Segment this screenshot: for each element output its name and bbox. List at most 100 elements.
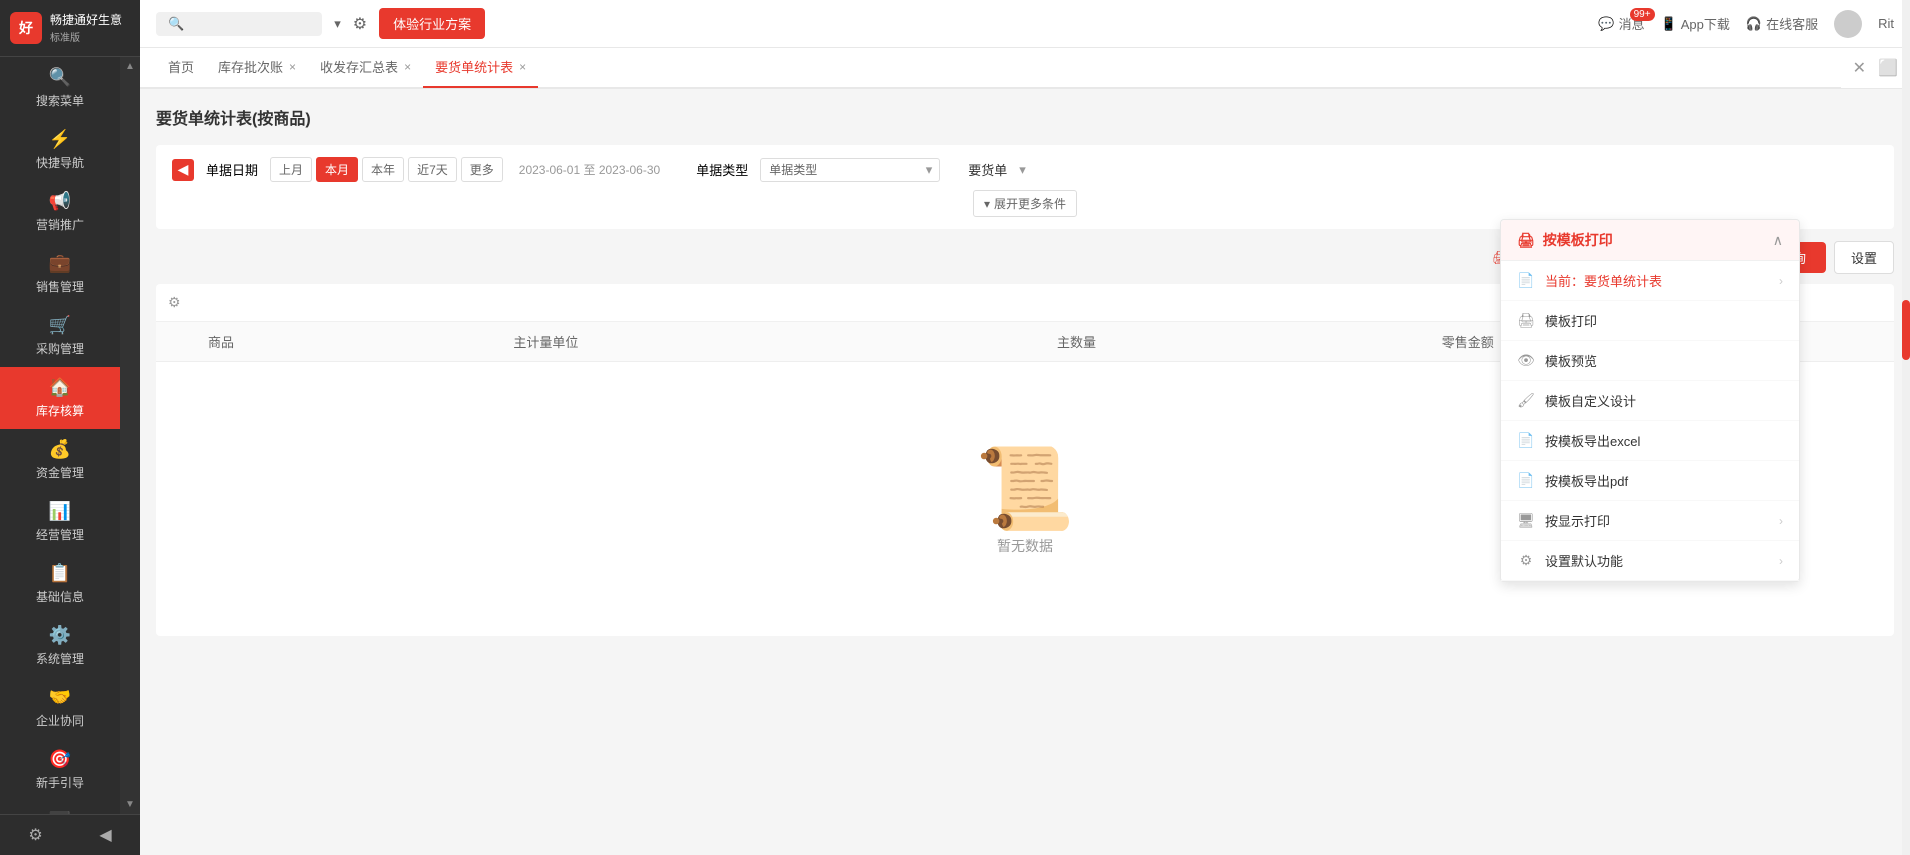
sidebar-label-operation: 经营管理 <box>36 526 84 543</box>
sidebar-body: 🔍 搜索菜单 ⚡ 快捷导航 📢 营销推广 💼 销售管理 🛒 采购管理 🏠 库存核… <box>0 57 140 814</box>
sidebar-label-guide: 新手引导 <box>36 774 84 791</box>
sidebar-label-purchase: 采购管理 <box>36 340 84 357</box>
type-select[interactable]: 单据类型 <box>760 158 940 182</box>
tab-label-receivable: 收发存汇总表 <box>320 57 398 76</box>
user-name: Rit <box>1878 16 1894 31</box>
sidebar-scrollbar: ▲ ▼ <box>120 57 140 814</box>
search-dropdown-btn[interactable]: ▾ <box>334 16 341 32</box>
type-select-wrap: 单据类型 <box>760 158 940 182</box>
sidebar-item-quicknav[interactable]: ⚡ 快捷导航 <box>0 119 120 181</box>
tab-close-order_stat[interactable]: × <box>519 60 526 74</box>
date-buttons: 上月本月本年近7天更多 <box>270 157 503 182</box>
sidebar-item-search[interactable]: 🔍 搜索菜单 <box>0 57 120 119</box>
tab-close-batch[interactable]: × <box>289 60 296 74</box>
date-btn-本月[interactable]: 本月 <box>316 157 358 182</box>
table-settings-icon[interactable]: ⚙ <box>168 294 181 311</box>
speaker-icon[interactable]: ◀ <box>99 825 111 845</box>
date-btn-近7天[interactable]: 近7天 <box>408 157 457 182</box>
dropdown-template-preview[interactable]: 👁 模板预览 <box>1501 341 1799 381</box>
app-download-btn[interactable]: 📱 App下载 <box>1661 14 1730 33</box>
window-action-btns: ✕ ⬜ <box>1841 54 1910 82</box>
dropdown-export-pdf[interactable]: 📄 按模板导出pdf <box>1501 461 1799 501</box>
online-service-btn[interactable]: 🎧 在线客服 <box>1746 14 1818 33</box>
topbar: 🔍 ▾ ⚙ 体验行业方案 💬 消息 99+ 📱 App下载 🎧 在线客服 Rit <box>140 0 1910 48</box>
sidebar-item-system[interactable]: ⚙️ 系统管理 <box>0 615 120 677</box>
dropdown-current-arrow: › <box>1779 274 1783 288</box>
tab-close-receivable[interactable]: × <box>404 60 411 74</box>
window-maximize-btn[interactable]: ⬜ <box>1874 54 1902 82</box>
right-scrollbar[interactable] <box>1902 0 1910 855</box>
sidebar-scroll-down[interactable]: ▼ <box>125 799 135 810</box>
expand-label: 展开更多条件 <box>994 195 1066 212</box>
sidebar-item-guide[interactable]: 🎯 新手引导 <box>0 739 120 801</box>
sidebar-scroll-up[interactable]: ▲ <box>125 61 135 72</box>
tab-order_stat[interactable]: 要货单统计表× <box>423 48 538 88</box>
collapse-filter-btn[interactable]: ◀ <box>172 159 194 181</box>
sidebar-item-basic[interactable]: 📋 基础信息 <box>0 553 120 615</box>
message-btn[interactable]: 💬 消息 99+ <box>1598 14 1644 33</box>
dropdown-display-print[interactable]: 🖥 按显示打印 › <box>1501 501 1799 541</box>
dropdown-monitor-icon: 🖥 <box>1517 512 1535 529</box>
settings-btn[interactable]: 设置 <box>1834 241 1894 274</box>
dropdown-template-design[interactable]: 🖌 模板自定义设计 <box>1501 381 1799 421</box>
dropdown-current-item[interactable]: 📄 当前：要货单统计表 › <box>1501 261 1799 301</box>
sidebar-item-sales[interactable]: 💼 销售管理 <box>0 243 120 305</box>
gear-icon[interactable]: ⚙ <box>353 14 367 34</box>
sidebar-label-inventory: 库存核算 <box>36 402 84 419</box>
dropdown-title-text: 按模板打印 <box>1543 230 1613 250</box>
dropdown-export-excel[interactable]: 📄 按模板导出excel <box>1501 421 1799 461</box>
dropdown-header: 🖨 按模板打印 ∧ <box>1501 220 1799 261</box>
sidebar-item-operation[interactable]: 📊 经营管理 <box>0 491 120 553</box>
sidebar-label-system: 系统管理 <box>36 650 84 667</box>
sidebar-item-inventory[interactable]: 🏠 库存核算 <box>0 367 120 429</box>
date-range-display: 2023-06-01 至 2023-06-30 <box>519 161 660 178</box>
tab-label-home: 首页 <box>168 57 194 76</box>
sidebar-label-quicknav: 快捷导航 <box>36 154 84 171</box>
sidebar-item-collab[interactable]: 🤝 企业协同 <box>0 677 120 739</box>
sidebar-item-finance[interactable]: 💰 资金管理 <box>0 429 120 491</box>
date-btn-更多[interactable]: 更多 <box>461 157 503 182</box>
content-area: 要货单统计表(按商品) ◀ 单据日期 上月本月本年近7天更多 2023-06-0… <box>140 89 1910 855</box>
dropdown-preview-icon: 👁 <box>1517 352 1535 369</box>
sidebar: 好 畅捷通好生意 标准版 🔍 搜索菜单 ⚡ 快捷导航 📢 营销推广 💼 销售管理… <box>0 0 140 855</box>
tab-receivable[interactable]: 收发存汇总表 × <box>308 48 423 88</box>
sidebar-icon-inventory: 🏠 <box>49 377 71 398</box>
sidebar-item-purchase[interactable]: 🛒 采购管理 <box>0 305 120 367</box>
filter-bar: ◀ 单据日期 上月本月本年近7天更多 2023-06-01 至 2023-06-… <box>156 145 1894 229</box>
filter-row-2: ▾ 展开更多条件 <box>172 190 1878 217</box>
phone-icon: 📱 <box>1661 16 1677 32</box>
page-title: 要货单统计表(按商品) <box>156 105 1894 129</box>
avatar[interactable] <box>1834 10 1862 38</box>
tab-home[interactable]: 首页 <box>156 48 206 88</box>
search-input[interactable] <box>190 17 310 31</box>
dropdown-template-print-label: 模板打印 <box>1545 311 1597 330</box>
dropdown-close-btn[interactable]: ∧ <box>1773 232 1783 249</box>
dropdown-template-print[interactable]: 🖨 模板打印 <box>1501 301 1799 341</box>
scrollbar-thumb <box>1902 300 1910 360</box>
dropdown-set-default[interactable]: ⚙ 设置默认功能 › <box>1501 541 1799 581</box>
date-btn-本年[interactable]: 本年 <box>362 157 404 182</box>
settings-icon[interactable]: ⚙ <box>28 825 42 845</box>
window-close-btn[interactable]: ✕ <box>1849 54 1870 82</box>
filter-row-1: ◀ 单据日期 上月本月本年近7天更多 2023-06-01 至 2023-06-… <box>172 157 1878 182</box>
expand-conditions-btn[interactable]: ▾ 展开更多条件 <box>973 190 1077 217</box>
service-label: 在线客服 <box>1766 14 1818 33</box>
experience-btn[interactable]: 体验行业方案 <box>379 8 485 39</box>
date-btn-上月[interactable]: 上月 <box>270 157 312 182</box>
app-logo: 好 畅捷通好生意 标准版 <box>0 0 140 57</box>
dropdown-item-icon-current: 📄 <box>1517 272 1535 289</box>
sidebar-item-marketing[interactable]: 📢 营销推广 <box>0 181 120 243</box>
col-主数量: 主数量 <box>1045 322 1430 362</box>
dropdown-export-pdf-label: 按模板导出pdf <box>1545 471 1628 490</box>
tabs: 首页库存批次账×收发存汇总表×要货单统计表× <box>140 48 1841 88</box>
search-box[interactable]: 🔍 <box>156 12 322 36</box>
sidebar-label-basic: 基础信息 <box>36 588 84 605</box>
sidebar-label-marketing: 营销推广 <box>36 216 84 233</box>
col-主计量单位: 主计量单位 <box>501 322 1045 362</box>
sidebar-nav: 🔍 搜索菜单 ⚡ 快捷导航 📢 营销推广 💼 销售管理 🛒 采购管理 🏠 库存核… <box>0 57 120 814</box>
tab-batch[interactable]: 库存批次账× <box>206 48 308 88</box>
sidebar-icon-quicknav: ⚡ <box>49 129 71 150</box>
sidebar-item-apps[interactable]: 🔲 应用中心 <box>0 801 120 814</box>
sidebar-icon-basic: 📋 <box>49 563 71 584</box>
order-type-dropdown[interactable]: ▾ <box>1019 162 1026 178</box>
